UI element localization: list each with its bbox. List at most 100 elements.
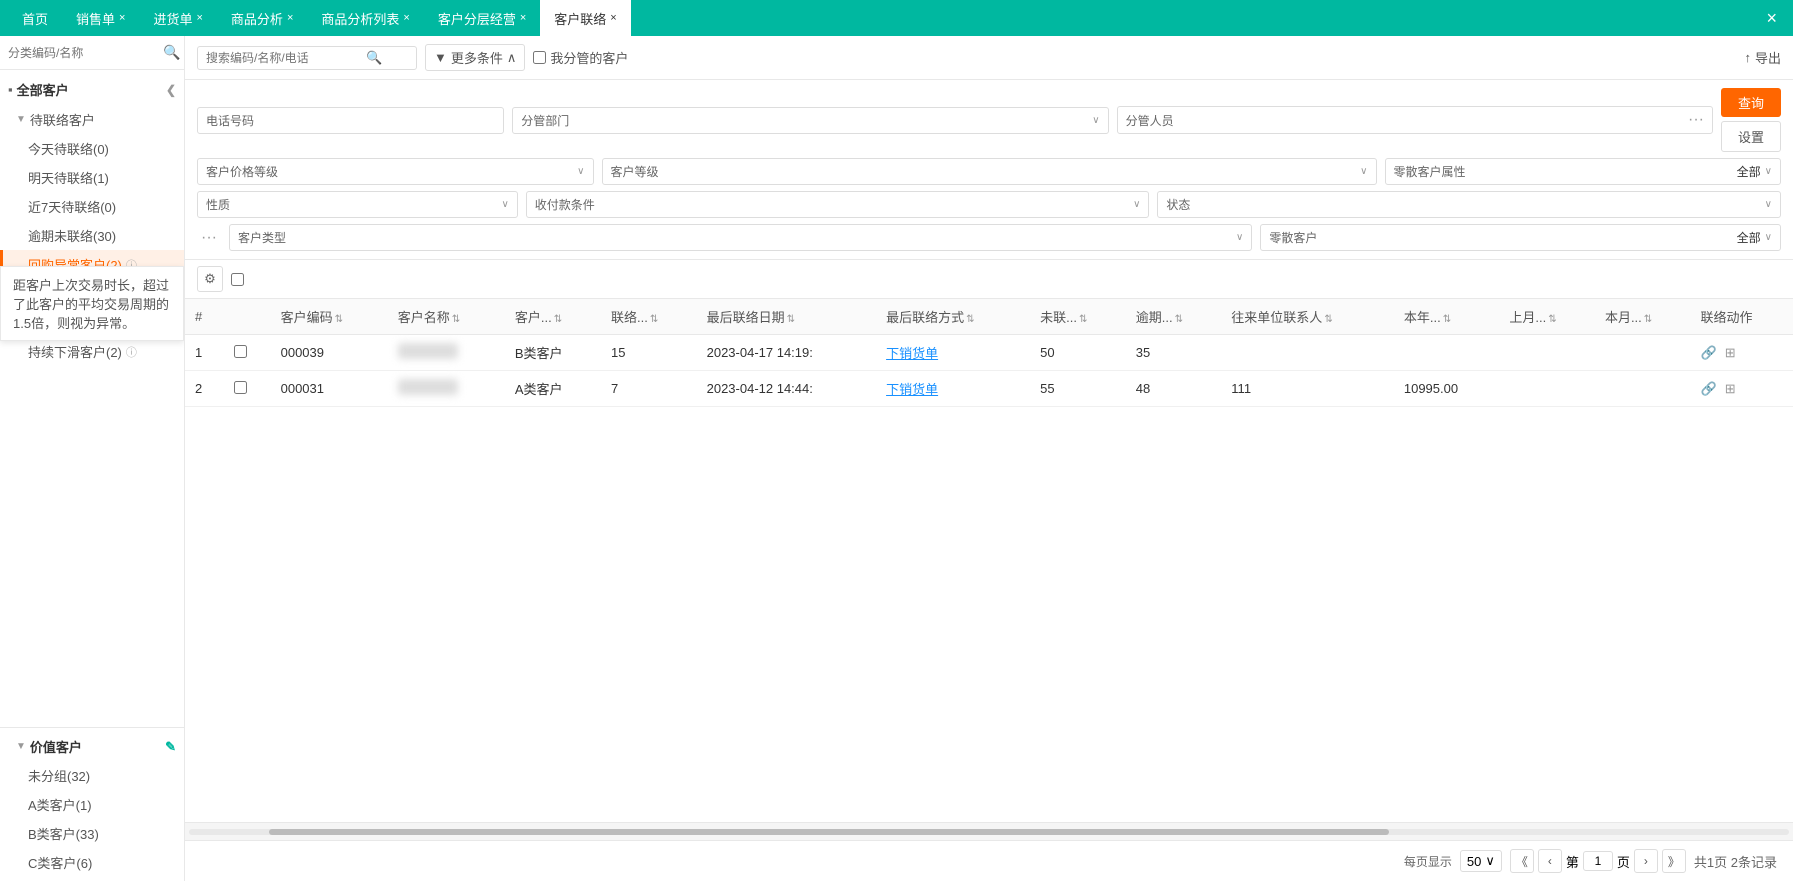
filter-manager[interactable]: 分管人员 ··· — [1117, 106, 1713, 134]
row2-overdue: 48 — [1126, 371, 1222, 407]
my-customer-checkbox-area[interactable]: 我分管的客户 — [533, 48, 628, 67]
page-number-input[interactable] — [1583, 851, 1613, 871]
retail-customer-value: 全部 — [1737, 229, 1761, 246]
payment-arrow: ∨ — [1133, 199, 1140, 210]
sidebar-a-customers[interactable]: A类客户(1) — [0, 790, 184, 819]
row1-check[interactable] — [224, 335, 271, 371]
sidebar-item-overdue[interactable]: 逾期未联络(30) — [0, 221, 184, 250]
filter-dept[interactable]: 分管部门 ∨ — [512, 107, 1108, 134]
nav-close-customer-contact[interactable]: × — [610, 12, 616, 24]
row2-name — [388, 371, 505, 407]
sidebar-item-today[interactable]: 今天待联络(0) — [0, 134, 184, 163]
sidebar-b-customers[interactable]: B类客户(33) — [0, 819, 184, 848]
more-conditions-btn[interactable]: ▼ 更多条件 ∧ — [425, 44, 525, 71]
next-page-btn[interactable]: › — [1634, 849, 1658, 873]
filter-phone[interactable]: 电话号码 — [197, 107, 504, 134]
adv-row-2: 客户价格等级 ∨ 客户等级 ∨ 零散客户属性 全部 ∨ — [197, 158, 1781, 185]
row2-action-link[interactable]: 🔗 — [1701, 381, 1717, 397]
my-customer-checkbox[interactable] — [533, 51, 546, 64]
retail-attr-arrow: ∨ — [1765, 166, 1772, 177]
query-btn[interactable]: 查询 — [1721, 88, 1781, 117]
adv-row-1: 电话号码 分管部门 ∨ 分管人员 ··· 查询 设置 — [197, 88, 1781, 152]
row2-index: 2 — [185, 371, 224, 407]
row2-actions[interactable]: 🔗 ⊞ — [1691, 371, 1793, 407]
row1-name — [388, 335, 505, 371]
nav-customer-contact[interactable]: 客户联络 × — [540, 0, 630, 36]
filter-customer-type[interactable]: 客户类型 ∨ — [229, 224, 1252, 251]
filter-payment[interactable]: 收付款条件 ∨ — [526, 191, 1150, 218]
table-area: ⚙ # 客户编码⇅ 客户名称⇅ 客户...⇅ 联络...⇅ 最后联络日期⇅ — [185, 260, 1793, 881]
sidebar-search-input[interactable] — [8, 46, 163, 60]
prev-page-btn[interactable]: ‹ — [1538, 849, 1562, 873]
row2-check[interactable] — [224, 371, 271, 407]
main-layout: 🔍 ▪ 全部客户 ❮ ▼ 待联络客户 今天待联络(0) 明天待联络(1) — [0, 36, 1793, 881]
collapse-icon[interactable]: ❮ — [166, 83, 176, 97]
row2-last-method[interactable]: 下销货单 — [876, 371, 1030, 407]
export-btn[interactable]: ↑ 导出 — [1744, 48, 1781, 67]
advanced-filter: 电话号码 分管部门 ∨ 分管人员 ··· 查询 设置 — [185, 80, 1793, 260]
filter-status[interactable]: 状态 ∨ — [1157, 191, 1781, 218]
nav-close-product-analysis-list[interactable]: × — [403, 12, 409, 24]
table-select-all[interactable] — [231, 273, 244, 286]
col-last-contact-method: 最后联络方式⇅ — [876, 299, 1030, 335]
pending-section-header[interactable]: ▼ 待联络客户 — [0, 105, 184, 134]
first-page-btn[interactable]: 《 — [1510, 849, 1534, 873]
per-page-arrow: ∨ — [1485, 853, 1495, 869]
nav-close-customer-tier[interactable]: × — [520, 12, 526, 24]
sidebar-ungroup[interactable]: 未分组(32) — [0, 761, 184, 790]
row4-dots[interactable]: ··· — [197, 229, 221, 247]
sidebar-tree: ▪ 全部客户 ❮ ▼ 待联络客户 今天待联络(0) 明天待联络(1) 近7天待联… — [0, 70, 184, 727]
sidebar: 🔍 ▪ 全部客户 ❮ ▼ 待联络客户 今天待联络(0) 明天待联络(1) — [0, 36, 185, 881]
nav-product-analysis-list[interactable]: 商品分析列表 × — [307, 0, 423, 36]
sidebar-item-tomorrow[interactable]: 明天待联络(1) — [0, 163, 184, 192]
sidebar-all-customers[interactable]: ▪ 全部客户 ❮ — [0, 74, 184, 105]
sidebar-c-customers[interactable]: C类客户(6) — [0, 848, 184, 877]
nav-product-analysis[interactable]: 商品分析 × — [217, 0, 307, 36]
export-icon: ↑ — [1744, 50, 1751, 65]
horizontal-scrollbar[interactable] — [185, 822, 1793, 840]
filter-price-level[interactable]: 客户价格等级 ∨ — [197, 158, 594, 185]
nav-customer-tier[interactable]: 客户分层经营 × — [424, 0, 540, 36]
scroll-thumb[interactable] — [269, 829, 1389, 835]
row2-checkbox[interactable] — [234, 381, 247, 394]
filter-retail-attr[interactable]: 零散客户属性 全部 ∨ — [1385, 158, 1782, 185]
nav-sales[interactable]: 销售单 × — [62, 0, 139, 36]
scroll-track[interactable] — [189, 829, 1789, 835]
table-row: 1 000039 B类客户 15 2023-04-17 14:19: 下销货单 … — [185, 335, 1793, 371]
col-check — [224, 299, 271, 335]
col-year-amount: 本年...⇅ — [1394, 299, 1500, 335]
value-section-header[interactable]: ▼ 价值客户 ✎ — [0, 732, 184, 761]
customer-level-arrow: ∨ — [1360, 166, 1367, 177]
nav-close-sales[interactable]: × — [119, 12, 125, 24]
row1-action-grid[interactable]: ⊞ — [1725, 345, 1736, 361]
sidebar-declining[interactable]: 持续下滑客户(2) ⓘ — [0, 337, 184, 366]
nav-close-product-analysis[interactable]: × — [287, 12, 293, 24]
table-settings-btn[interactable]: ⚙ — [197, 266, 223, 292]
last-page-btn[interactable]: 》 — [1662, 849, 1686, 873]
col-last-contact-date: 最后联络日期⇅ — [697, 299, 876, 335]
value-edit-icon[interactable]: ✎ — [165, 739, 176, 755]
sidebar-item-7days[interactable]: 近7天待联络(0) — [0, 192, 184, 221]
customer-type-arrow: ∨ — [1236, 232, 1243, 243]
row1-checkbox[interactable] — [234, 345, 247, 358]
nav-home[interactable]: 首页 — [8, 0, 62, 36]
table-wrapper[interactable]: # 客户编码⇅ 客户名称⇅ 客户...⇅ 联络...⇅ 最后联络日期⇅ 最后联络… — [185, 299, 1793, 822]
sidebar-search-area: 🔍 — [0, 36, 184, 70]
filter-search-box[interactable]: 🔍 — [197, 46, 417, 70]
filter-search-input[interactable] — [206, 51, 366, 65]
row1-last-method[interactable]: 下销货单 — [876, 335, 1030, 371]
tooltip-box: 距客户上次交易时长，超过了此客户的平均交易周期的1.5倍，则视为异常。 — [0, 266, 184, 341]
nav-close-purchase[interactable]: × — [196, 12, 202, 24]
row2-action-grid[interactable]: ⊞ — [1725, 381, 1736, 397]
window-close-btn[interactable]: × — [1758, 8, 1785, 29]
set-btn[interactable]: 设置 — [1721, 121, 1781, 152]
per-page-select[interactable]: 50 ∨ — [1460, 850, 1502, 872]
row1-actions[interactable]: 🔗 ⊞ — [1691, 335, 1793, 371]
row1-action-link[interactable]: 🔗 — [1701, 345, 1717, 361]
filter-retail-customer[interactable]: 零散客户 全部 ∨ — [1260, 224, 1781, 251]
filter-nature[interactable]: 性质 ∨ — [197, 191, 518, 218]
row1-unlinking: 50 — [1030, 335, 1126, 371]
row2-year-amount: 10995.00 — [1394, 371, 1500, 407]
nav-purchase[interactable]: 进货单 × — [139, 0, 216, 36]
filter-customer-level[interactable]: 客户等级 ∨ — [602, 158, 1377, 185]
